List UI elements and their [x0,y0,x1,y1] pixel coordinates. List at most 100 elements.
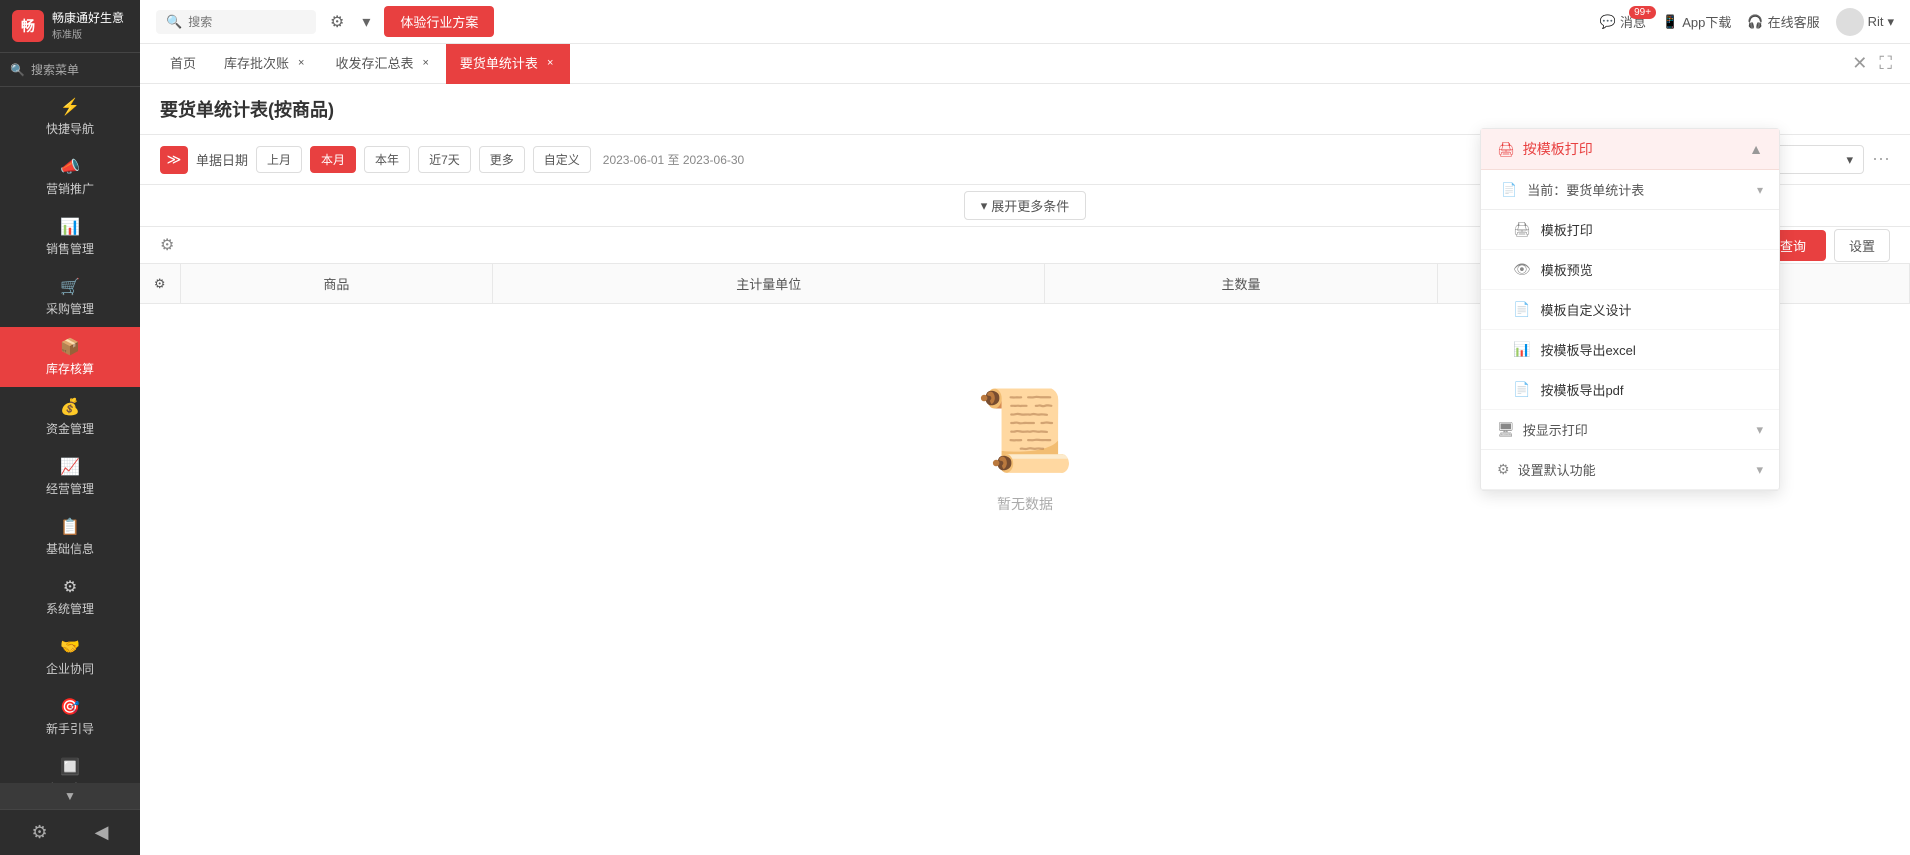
topbar-dropdown-icon[interactable]: ▾ [358,8,374,36]
expand-conditions-btn[interactable]: ▾ 展开更多条件 [964,191,1087,220]
dropdown-section-set-default[interactable]: ⚙ 设置默认功能 ▾ [1481,450,1779,490]
operation-icon: 📈 [60,457,80,477]
app-logo-icon: 畅 [12,10,44,42]
online-service-label: 在线客服 [1768,12,1820,31]
online-service-icon: 🎧 [1747,14,1763,30]
sidebar-item-apps[interactable]: 🔲 应用中心 [0,747,140,783]
sidebar-item-inventory[interactable]: 📦 库存核算 [0,327,140,387]
app-download-btn[interactable]: 📱 App下载 [1662,12,1731,31]
user-dropdown-icon: ▾ [1887,14,1894,30]
sidebar-item-marketing[interactable]: 📣 营销推广 [0,147,140,207]
date-filter-label: 单据日期 [196,150,248,169]
col-settings[interactable]: ⚙ [140,264,180,304]
this-month-btn[interactable]: 本月 [310,146,356,173]
sidebar-nav: ⚡ 快捷导航 📣 营销推广 📊 销售管理 🛒 采购管理 📦 库存核算 💰 资金管… [0,87,140,783]
export-pdf-label: 按模板导出pdf [1540,380,1623,399]
sidebar-item-cooperation[interactable]: 🤝 企业协同 [0,627,140,687]
dropdown-header: 🖨 按模板打印 ▲ [1481,129,1779,170]
more-options-icon[interactable]: ⋯ [1872,149,1890,170]
sidebar-item-label: 企业协同 [46,660,94,677]
set-default-icon: ⚙ [1497,461,1510,478]
topbar-search-icon: 🔍 [166,14,182,30]
tabs-expand-btn[interactable]: ⛶ [1877,51,1894,76]
template-preview-icon: 👁 [1513,261,1531,278]
settings-btn[interactable]: 设置 [1834,229,1890,262]
tab-batch-accounts-close[interactable]: × [295,56,307,70]
dropdown-item-export-pdf[interactable]: 📄 按模板导出pdf [1481,370,1779,410]
last-7-days-btn[interactable]: 近7天 [418,146,471,173]
topbar-search-container[interactable]: 🔍 [156,10,316,34]
page-title: 要货单统计表(按商品) [160,96,334,122]
dropdown-item-template-print[interactable]: 🖨 模板打印 [1481,210,1779,250]
app-badge: 标准版 [52,26,124,41]
sidebar-item-system[interactable]: ⚙ 系统管理 [0,567,140,627]
sidebar-item-purchase[interactable]: 🛒 采购管理 [0,267,140,327]
dropdown-item-template-preview[interactable]: 👁 模板预览 [1481,250,1779,290]
more-date-btn[interactable]: 更多 [479,146,525,173]
tab-order-stats-close[interactable]: × [544,56,556,70]
tab-home-label: 首页 [170,53,196,72]
sidebar-search-label: 搜索菜单 [31,61,79,78]
topbar-settings-icon[interactable]: ⚙ [326,8,348,36]
current-template-item[interactable]: 📄 当前：要货单统计表 ▾ [1481,170,1779,210]
online-service-btn[interactable]: 🎧 在线客服 [1747,12,1819,31]
template-design-icon: 📄 [1513,301,1530,318]
content-area: 要货单统计表(按商品) ≫ 单据日期 上月 本月 本年 近7天 更多 自定义 2… [140,84,1910,855]
sidebar-item-label: 经营管理 [46,480,94,497]
sidebar-collapse-btn[interactable]: ◀ [91,818,113,847]
messages-btn[interactable]: 💬 消息 99+ [1600,12,1646,31]
last-month-btn[interactable]: 上月 [256,146,302,173]
sidebar-scroll-down[interactable]: ▼ [0,783,140,809]
system-icon: ⚙ [63,577,77,597]
sidebar-item-label: 快捷导航 [46,120,94,137]
dropdown-printer-icon: 🖨 [1497,141,1515,158]
table-settings-icon[interactable]: ⚙ [160,235,174,255]
tab-home[interactable]: 首页 [156,44,210,84]
sidebar-item-label: 资金管理 [46,420,94,437]
inventory-icon: 📦 [60,337,80,357]
expand-icon: ▾ [981,198,988,214]
sidebar-item-label: 销售管理 [46,240,94,257]
user-menu[interactable]: Rit ▾ [1836,8,1894,36]
this-year-btn[interactable]: 本年 [364,146,410,173]
dropdown-section-display-print[interactable]: 🖥 按显示打印 ▾ [1481,410,1779,450]
sidebar-item-label: 库存核算 [46,360,94,377]
sidebar-item-basic[interactable]: 📋 基础信息 [0,507,140,567]
sidebar-item-label: 采购管理 [46,300,94,317]
export-excel-icon: 📊 [1513,341,1530,358]
sidebar-item-operation[interactable]: 📈 经营管理 [0,447,140,507]
tab-receipts-summary-close[interactable]: × [419,56,431,70]
app-download-icon: 📱 [1662,14,1678,30]
sidebar-item-guide[interactable]: 🎯 新手引导 [0,687,140,747]
sidebar-item-label: 系统管理 [46,600,94,617]
expand-label: 展开更多条件 [991,196,1069,215]
template-preview-label: 模板预览 [1541,260,1593,279]
industry-solution-btn[interactable]: 体验行业方案 [384,6,494,37]
topbar-search-input[interactable] [188,15,288,29]
empty-illustration: 📜 [975,384,1075,478]
collapse-filter-btn[interactable]: ≫ [160,146,188,174]
empty-text: 暂无数据 [997,494,1053,514]
tab-batch-accounts[interactable]: 库存批次账 × [210,44,321,84]
app-name: 畅康通好生意 [52,11,124,27]
sidebar-item-quick-nav[interactable]: ⚡ 快捷导航 [0,87,140,147]
apps-icon: 🔲 [60,757,80,777]
dropdown-item-template-design[interactable]: 📄 模板自定义设计 [1481,290,1779,330]
tab-receipts-summary[interactable]: 收发存汇总表 × [321,44,445,84]
marketing-icon: 📣 [60,157,80,177]
sidebar-search[interactable]: 🔍 搜索菜单 [0,53,140,87]
tabs-close-all-btn[interactable]: ✕ [1850,51,1869,76]
template-design-label: 模板自定义设计 [1540,300,1631,319]
sidebar-settings-btn[interactable]: ⚙ [28,818,52,847]
dropdown-expand-btn[interactable]: ▲ [1749,141,1763,157]
sidebar-item-sales[interactable]: 📊 销售管理 [0,207,140,267]
tab-batch-accounts-label: 库存批次账 [224,53,289,72]
template-print-icon: 🖨 [1513,221,1531,238]
col-product: 商品 [180,264,493,304]
custom-date-btn[interactable]: 自定义 [533,146,591,173]
set-default-arrow: ▾ [1756,462,1763,478]
topbar-right: 💬 消息 99+ 📱 App下载 🎧 在线客服 Rit ▾ [1600,8,1894,36]
sidebar-item-finance[interactable]: 💰 资金管理 [0,387,140,447]
dropdown-item-export-excel[interactable]: 📊 按模板导出excel [1481,330,1779,370]
tab-order-stats[interactable]: 要货单统计表 × [446,44,570,84]
